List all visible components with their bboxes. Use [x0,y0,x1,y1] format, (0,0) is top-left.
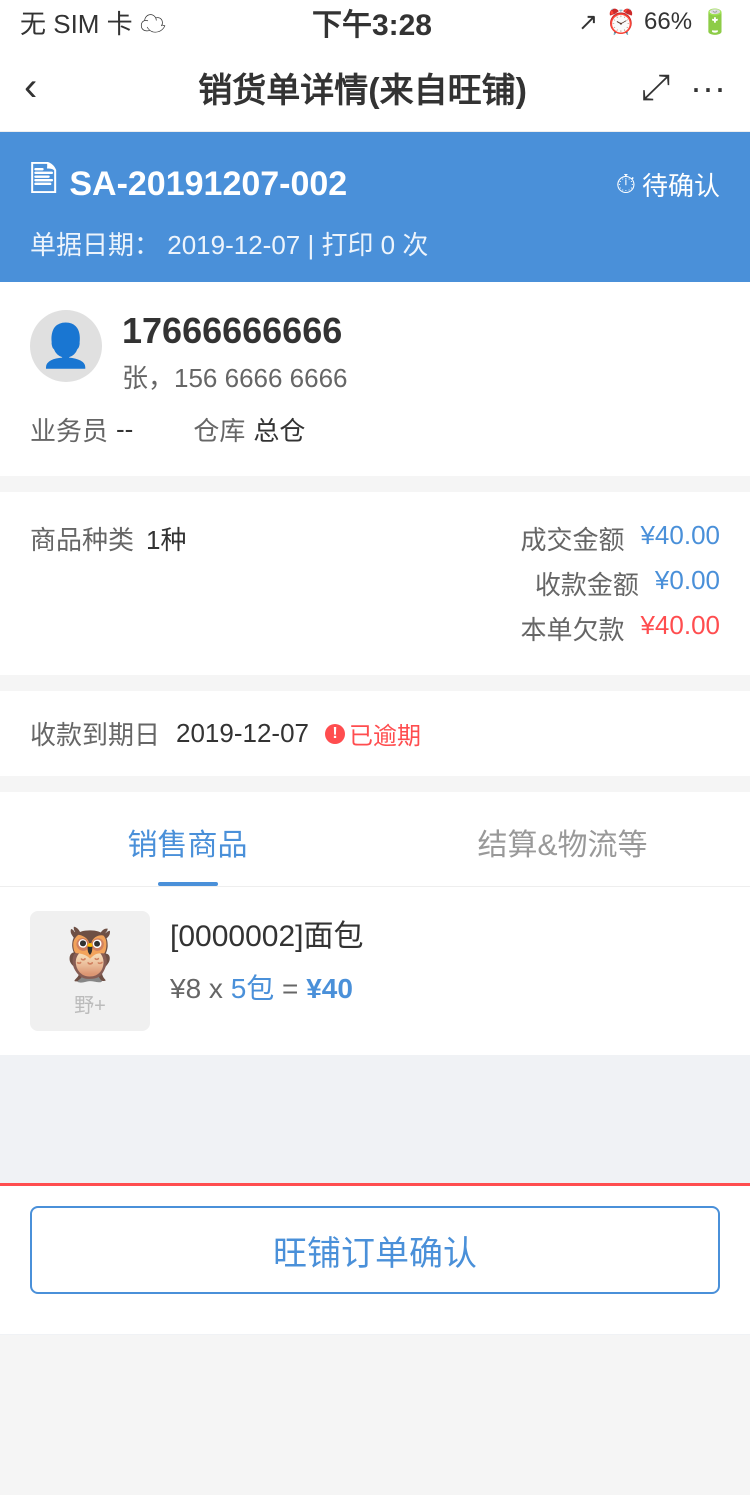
product-thumbnail: 🦉 野+ [30,911,150,1031]
status-time: 下午3:28 [312,0,432,44]
sales-value: -- [116,414,133,445]
sales-item: 业务员 -- [30,411,133,448]
meta-row: 业务员 -- 仓库 总仓 [30,411,720,448]
amounts: 成交金额 ¥40.00 收款金额 ¥0.00 本单欠款 ¥40.00 [520,520,720,647]
status-bar: 无 SIM 卡 ☁ 下午3:28 ↗ ⏰ 66% 🔋 [0,0,750,44]
product-section: 🦉 野+ [0000002]面包 ¥8 x 5包 = ¥40 [0,887,750,1055]
status-left: 无 SIM 卡 ☁ [20,4,166,41]
deal-amount-row: 成交金额 ¥40.00 [520,520,720,557]
nav-actions: ⤢ ··· [641,66,726,109]
warehouse-value: 总仓 [253,411,305,448]
price-equals: = [274,973,306,1004]
tabs-section: 销售商品 结算&物流等 [0,792,750,887]
received-label: 收款金额 [535,565,639,602]
clock-icon: ⏱ [616,169,636,201]
customer-name: 张，156 6666 6666 [122,358,720,395]
warehouse-label: 仓库 [193,411,245,448]
due-date-section: 收款到期日 2019-12-07 ! 已逾期 [0,691,750,776]
bottom-bar: 旺铺订单确认 [0,1183,750,1334]
order-header: 🖹 SA-20191207-002 ⏱ 待确认 单据日期： 2019-12-07… [0,132,750,282]
goods-type-label: 商品种类 [30,520,134,557]
product-price: ¥8 x 5包 = ¥40 [170,967,720,1007]
share-button[interactable]: ⤢ [641,66,670,109]
received-value: ¥0.00 [655,565,720,602]
goods-type: 商品种类 1种 [30,520,186,557]
due-date-value: 2019-12-07 [176,718,309,749]
sales-label: 业务员 [30,411,108,448]
due-label: 收款到期日 [30,715,160,752]
price-qty: 5包 [231,973,275,1004]
overdue-badge: ! 已逾期 [325,716,421,751]
goods-type-value: 1种 [146,520,186,557]
balance-value: ¥40.00 [640,610,720,647]
deal-amount-label: 成交金额 [520,520,624,557]
battery-icon: 🔋 [700,8,730,37]
alarm-icon: ⏰ [606,8,636,37]
customer-phone: 17666666666 [122,310,720,352]
location-icon: ↗ [578,8,598,37]
balance-label: 本单欠款 [520,610,624,647]
tab-sales-goods[interactable]: 销售商品 [0,792,375,886]
avatar: 👤 [30,310,102,382]
balance-row: 本单欠款 ¥40.00 [520,610,720,647]
tabs-row: 销售商品 结算&物流等 [0,792,750,887]
nav-bar: ‹ 销货单详情(来自旺铺) ⤢ ··· [0,44,750,132]
avatar-icon: 👤 [40,322,92,371]
order-date: 单据日期： 2019-12-07 | 打印 0 次 [30,225,720,262]
price-base: ¥8 x [170,973,231,1004]
back-button[interactable]: ‹ [24,65,84,110]
battery-text: 66% [644,8,692,36]
product-plus-text: 野+ [74,989,106,1018]
order-doc-icon: 🖹 [30,156,57,213]
customer-card: 👤 17666666666 张，156 6666 6666 业务员 -- 仓库 … [0,282,750,476]
confirm-order-button[interactable]: 旺铺订单确认 [30,1206,720,1294]
overdue-icon: ! [325,724,345,744]
product-name: [0000002]面包 [170,911,720,955]
page-title: 销货单详情(来自旺铺) [84,63,641,112]
tab-settlement[interactable]: 结算&物流等 [375,792,750,886]
received-amount-row: 收款金额 ¥0.00 [535,565,720,602]
overdue-text: 已逾期 [349,716,421,751]
deal-amount-value: ¥40.00 [640,520,720,557]
price-total: ¥40 [306,973,353,1004]
no-sim-text: 无 SIM 卡 ☁ [20,4,166,41]
product-placeholder-icon: 🦉 [58,924,123,985]
status-right: ↗ ⏰ 66% 🔋 [578,8,730,37]
customer-info: 17666666666 张，156 6666 6666 [122,310,720,395]
warehouse-item: 仓库 总仓 [193,411,305,448]
order-status: ⏱ 待确认 [616,166,720,203]
more-button[interactable]: ··· [690,67,726,109]
order-number: 🖹 SA-20191207-002 [30,156,347,213]
product-info: [0000002]面包 ¥8 x 5包 = ¥40 [170,911,720,1007]
summary-card: 商品种类 1种 成交金额 ¥40.00 收款金额 ¥0.00 本单欠款 ¥40.… [0,492,750,675]
